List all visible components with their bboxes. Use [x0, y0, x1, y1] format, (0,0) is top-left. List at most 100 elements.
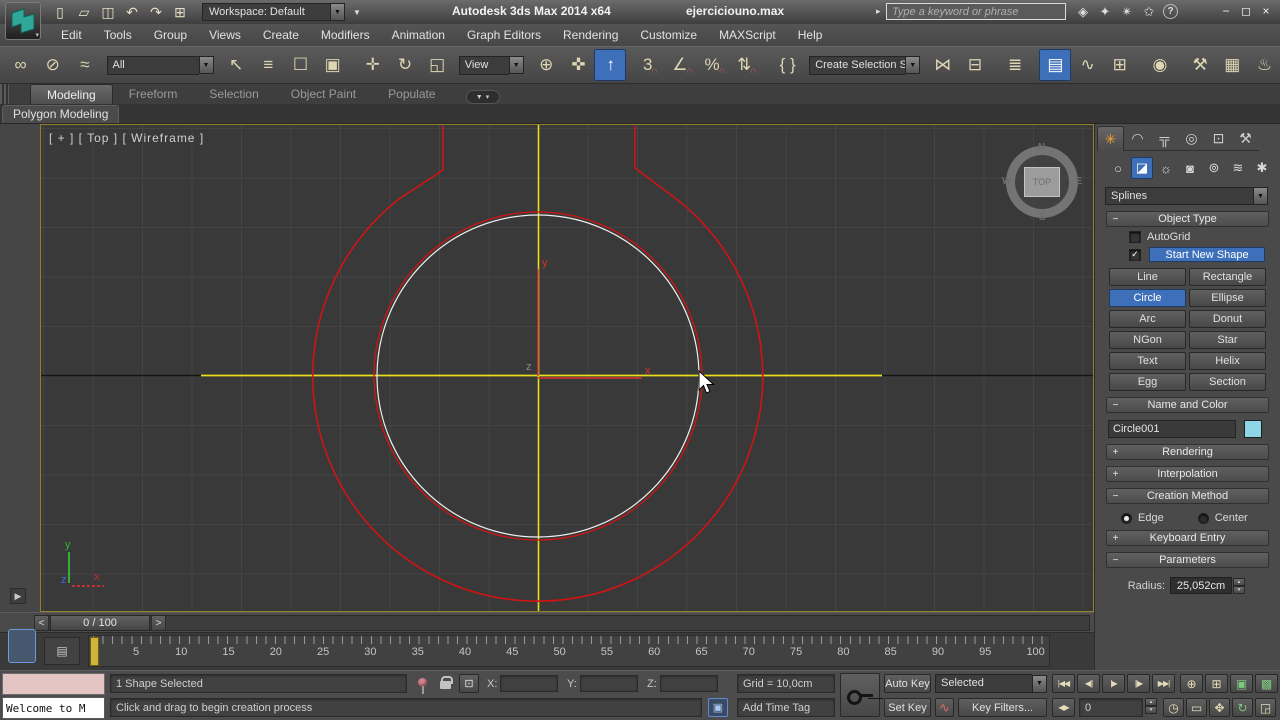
use-pivot-point-center-icon[interactable]: ⊕	[530, 49, 562, 81]
tab-create-icon[interactable]: ✳	[1097, 126, 1124, 151]
edit-named-selection-sets-icon[interactable]: { }	[771, 49, 803, 81]
maxscript-mini-listener[interactable]	[2, 673, 105, 695]
material-editor-icon[interactable]: ◉	[1143, 49, 1175, 81]
mini-curve-editor-icon[interactable]: ▤	[44, 637, 80, 665]
favorites-star-icon[interactable]: ✩	[1138, 1, 1160, 23]
ribbon-tab[interactable]: Object Paint	[275, 84, 372, 104]
welcome-window-title[interactable]: Welcome to M	[2, 697, 105, 719]
spline-type-dropdown[interactable]: Splines ▼	[1105, 187, 1280, 205]
set-keys-button[interactable]	[840, 673, 880, 717]
open-file-icon[interactable]: ▱	[72, 1, 96, 23]
isolate-selection-icon[interactable]: ▣	[708, 698, 728, 717]
object-type-button[interactable]: Circle	[1109, 289, 1186, 307]
start-new-shape-button[interactable]: Start New Shape	[1149, 247, 1265, 262]
menu-item[interactable]: Graph Editors	[456, 28, 552, 42]
tab-modify-icon[interactable]: ◠	[1124, 126, 1151, 151]
tab-polygon-modeling[interactable]: Polygon Modeling	[2, 104, 120, 123]
x-coordinate-field[interactable]	[500, 675, 558, 692]
zoom-extents-all-icon[interactable]: ▩	[1255, 674, 1278, 693]
category-cameras-icon[interactable]: ◙	[1179, 157, 1201, 179]
radius-field[interactable]: 25,052cm	[1170, 577, 1232, 594]
key-mode-toggle-icon[interactable]: ◀▶	[1052, 698, 1075, 717]
current-frame-field[interactable]: 0	[1079, 698, 1143, 717]
unlink-selection-icon[interactable]: ⊘	[36, 49, 68, 81]
creation-method-option[interactable]: Center	[1197, 512, 1248, 524]
menu-item[interactable]: Edit	[50, 28, 93, 42]
object-color-swatch[interactable]	[1244, 420, 1262, 438]
orbit-icon[interactable]: ↻	[1232, 698, 1253, 717]
key-set-dropdown[interactable]: Selected ▼	[935, 674, 1047, 693]
object-type-button[interactable]: Ellipse	[1189, 289, 1266, 307]
bind-to-space-warp-icon[interactable]: ≈	[68, 49, 100, 81]
coordinate-system-dropdown[interactable]: View ▼	[458, 55, 524, 75]
set-key-button[interactable]: Set Key	[884, 698, 931, 717]
y-coordinate-field[interactable]	[580, 675, 638, 692]
rendered-frame-window-icon[interactable]: ▦	[1216, 49, 1248, 81]
render-production-icon[interactable]: ♨	[1248, 49, 1280, 81]
go-to-start-icon[interactable]: |◀◀	[1052, 674, 1075, 693]
tab-utilities-icon[interactable]: ⚒	[1232, 126, 1259, 151]
rollout-rendering[interactable]: + Rendering	[1106, 444, 1269, 460]
object-type-button[interactable]: Donut	[1189, 310, 1266, 328]
object-type-button[interactable]: Star	[1189, 331, 1266, 349]
select-and-move-icon[interactable]: ✛	[356, 49, 388, 81]
curve-editor-icon[interactable]: ∿	[1071, 49, 1103, 81]
viewcube[interactable]: N S W E TOP	[1002, 142, 1082, 223]
app-menu-button[interactable]: ▾	[5, 2, 41, 40]
angle-snap-toggle-icon[interactable]: ∠ ∩	[667, 49, 699, 81]
object-type-button[interactable]: Line	[1109, 268, 1186, 286]
menu-item[interactable]: Rendering	[552, 28, 629, 42]
category-geometry-icon[interactable]: ○	[1107, 157, 1129, 179]
render-setup-icon[interactable]: ⚒	[1184, 49, 1216, 81]
menu-item[interactable]: Tools	[93, 28, 143, 42]
manage-layers-icon[interactable]: ≣	[999, 49, 1031, 81]
close-button[interactable]: ×	[1256, 1, 1276, 21]
select-and-scale-icon[interactable]: ◱	[421, 49, 453, 81]
category-helpers-icon[interactable]: ⊚	[1203, 157, 1225, 179]
rollout-creation-method[interactable]: − Creation Method	[1106, 488, 1269, 504]
time-configuration-icon[interactable]: ◷	[1163, 698, 1184, 717]
select-and-manipulate-icon[interactable]: ✜	[562, 49, 594, 81]
rectangular-selection-region-icon[interactable]: ☐	[284, 49, 316, 81]
viewport-layout-tab[interactable]	[8, 629, 36, 663]
autogrid-checkbox[interactable]	[1129, 231, 1141, 243]
go-to-end-icon[interactable]: ▶▶|	[1152, 674, 1175, 693]
current-frame-marker[interactable]	[90, 637, 99, 666]
object-type-button[interactable]: Egg	[1109, 373, 1186, 391]
select-and-rotate-icon[interactable]: ↻	[388, 49, 420, 81]
creation-method-option[interactable]: Edge	[1121, 512, 1164, 524]
search-binoculars-icon[interactable]: ◈	[1072, 1, 1094, 23]
help-icon[interactable]: ?	[1163, 4, 1178, 19]
menu-item[interactable]: Views	[198, 28, 252, 42]
toggle-ribbon-icon[interactable]: ▤	[1038, 49, 1071, 81]
object-type-button[interactable]: NGon	[1109, 331, 1186, 349]
radio-button[interactable]	[1121, 512, 1132, 524]
communication-center-icon[interactable]: ✴	[1116, 1, 1138, 23]
toolbar-flyout-icon[interactable]: ▼	[353, 8, 361, 17]
project-folder-icon[interactable]: ⊞	[168, 1, 192, 23]
menu-item[interactable]: MAXScript	[708, 28, 787, 42]
rollout-parameters[interactable]: − Parameters	[1106, 552, 1269, 568]
next-frame-icon[interactable]: ||▶	[1127, 674, 1150, 693]
minimize-button[interactable]: −	[1216, 1, 1236, 21]
zoom-extents-icon[interactable]: ▣	[1230, 674, 1253, 693]
workspace-dropdown[interactable]: Workspace: Default ▼	[202, 3, 345, 21]
named-selection-set-dropdown[interactable]: Create Selection Set ▼	[809, 55, 921, 75]
spinner-down-icon[interactable]: ▾	[1145, 706, 1157, 714]
selection-lock-icon[interactable]	[440, 676, 453, 689]
tab-motion-icon[interactable]: ◎	[1178, 126, 1205, 151]
menu-item[interactable]: Create	[252, 28, 310, 42]
save-file-icon[interactable]: ◫	[96, 1, 120, 23]
undo-icon[interactable]: ↶	[120, 1, 144, 23]
object-type-button[interactable]: Section	[1189, 373, 1266, 391]
auto-key-button[interactable]: Auto Key	[884, 674, 931, 693]
window-crossing-icon[interactable]: ▣	[316, 49, 348, 81]
spinner-up-icon[interactable]: ▴	[1233, 577, 1245, 586]
search-input[interactable]	[886, 3, 1066, 20]
ribbon-tab[interactable]: Selection	[193, 84, 274, 104]
viewcube-north[interactable]: N	[1038, 142, 1045, 153]
tab-display-icon[interactable]: ⊡	[1205, 126, 1232, 151]
new-file-icon[interactable]: ▯	[48, 1, 72, 23]
mirror-icon[interactable]: ⋈	[926, 49, 958, 81]
track-bar-ruler[interactable]: 0510152025303540455055606570758085909510…	[88, 635, 1050, 667]
